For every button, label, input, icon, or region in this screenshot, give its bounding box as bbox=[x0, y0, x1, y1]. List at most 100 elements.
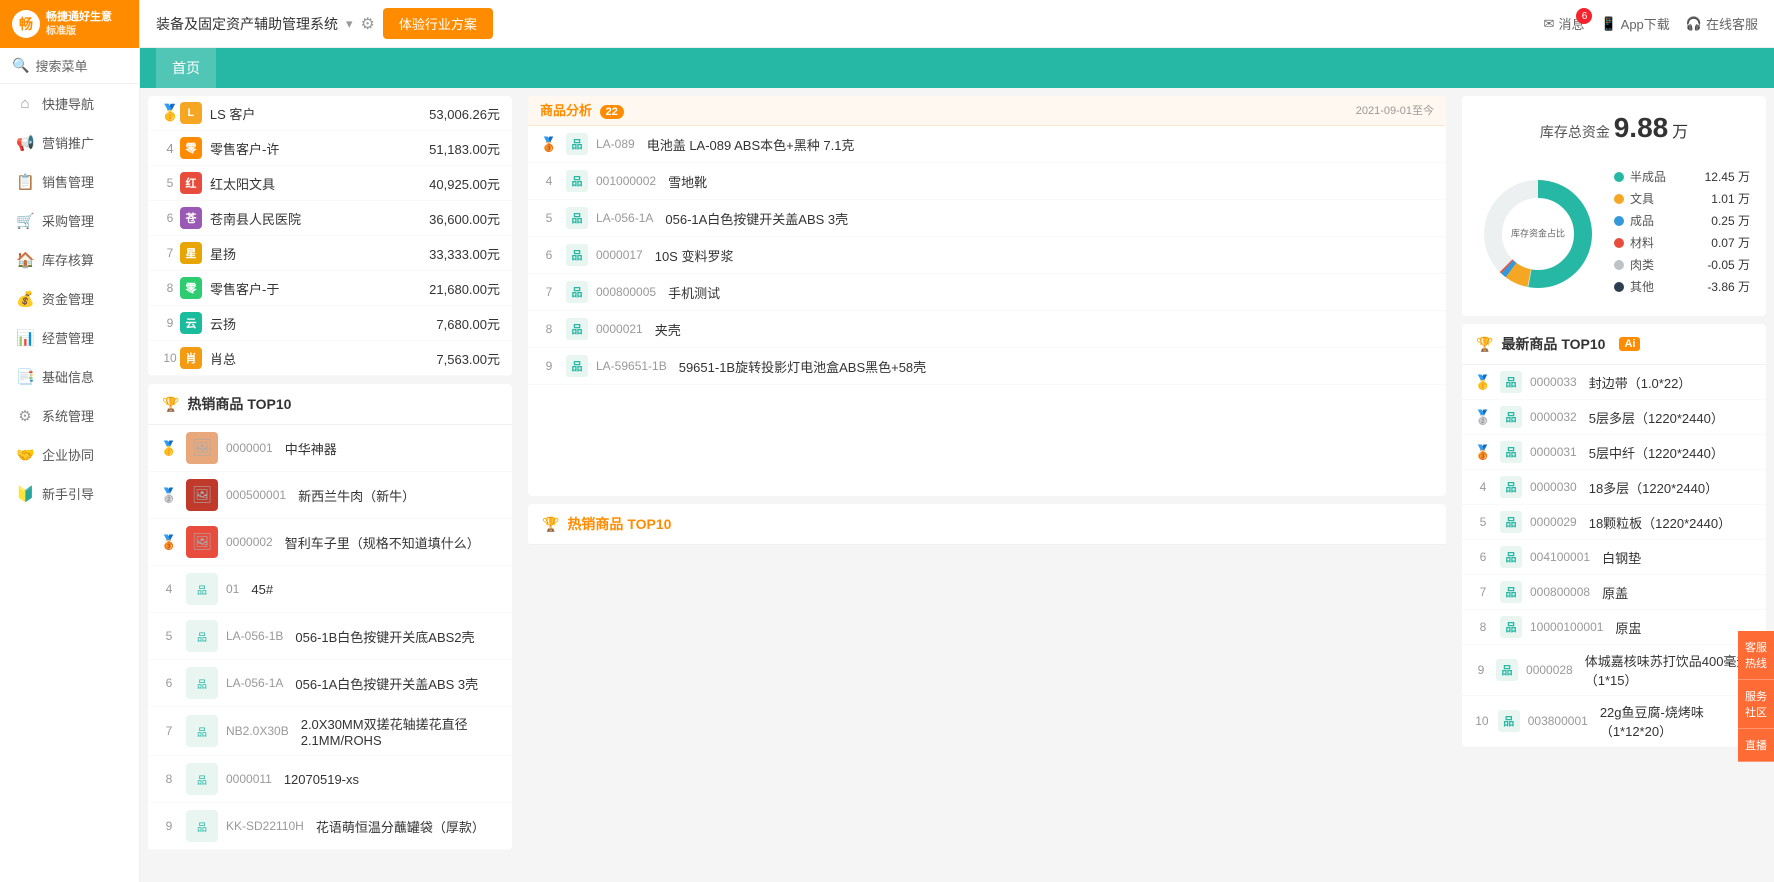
product-icon: 品 bbox=[566, 318, 588, 340]
product-name: 18颗粒板（1220*2440） bbox=[1589, 513, 1731, 532]
content-area: 🥇 L LS 客户 53,006.26元 4 零 零售客户-许 51,183.0… bbox=[140, 88, 1774, 882]
new-products-card: 🏆 最新商品 TOP10 Ai 🥇 品 0000033 封边带（1.0*22） … bbox=[1462, 324, 1766, 747]
top-rank-num: 9 bbox=[540, 359, 558, 373]
logo-icon: 畅 bbox=[12, 10, 40, 38]
sidebar-item-sales[interactable]: 📋 销售管理 bbox=[0, 162, 139, 201]
product-image-placeholder: 品 bbox=[186, 667, 218, 699]
top-rank-num: 5 bbox=[540, 211, 558, 225]
legend-dot bbox=[1614, 260, 1624, 270]
trophy3-icon: 🏆 bbox=[1476, 336, 1493, 353]
product-name: 12070519-xs bbox=[284, 772, 500, 787]
new-rank-num: 4 bbox=[1474, 480, 1492, 494]
product-name: 花语萌恒温分蘸罐袋（厚款） bbox=[316, 817, 500, 836]
trial-button[interactable]: 体验行业方案 bbox=[383, 8, 493, 39]
hot-rank-num: 6 bbox=[160, 676, 178, 690]
customer-amount: 33,333.00元 bbox=[429, 244, 500, 263]
rank-num: 7 bbox=[160, 246, 180, 260]
sidebar-item-home[interactable]: ⌂ 快捷导航 bbox=[0, 84, 139, 123]
product-code: 001000002 bbox=[596, 174, 656, 188]
customer-badge: 星 bbox=[180, 242, 202, 264]
product-code: 0000028 bbox=[1526, 663, 1573, 677]
sidebar-item-operation[interactable]: 📊 经营管理 bbox=[0, 318, 139, 357]
float-live-button[interactable]: 直播 bbox=[1738, 729, 1774, 762]
basic-icon: 📑 bbox=[16, 368, 34, 386]
top-section-label: 商品分析 22 bbox=[540, 100, 624, 119]
customer-ranking-card: 🥇 L LS 客户 53,006.26元 4 零 零售客户-许 51,183.0… bbox=[148, 96, 512, 376]
product-code: 0000030 bbox=[1530, 480, 1577, 494]
sidebar-item-system[interactable]: ⚙ 系统管理 bbox=[0, 396, 139, 435]
customer-name: 肖总 bbox=[210, 349, 436, 368]
operation-icon: 📊 bbox=[16, 329, 34, 347]
top-selling-card: 商品分析 22 2021-09-01至今 🥉 品 LA-089 电池盖 LA-0… bbox=[528, 96, 1446, 496]
dropdown-icon[interactable]: ▾ bbox=[346, 16, 353, 32]
hot-rank-num: 9 bbox=[160, 819, 178, 833]
product-code: 0000032 bbox=[1530, 410, 1577, 424]
product-code: 000800005 bbox=[596, 285, 656, 299]
customer-name: 零售客户-于 bbox=[210, 279, 429, 298]
rank-num: 9 bbox=[160, 316, 180, 330]
customer-rank-row: 6 苍 苍南县人民医院 36,600.00元 bbox=[148, 201, 512, 236]
sidebar: 畅 畅捷通好生意 标准版 🔍 搜索菜单 ⌂ 快捷导航 📢 营销推广 📋 销售管理… bbox=[0, 0, 140, 882]
new-rank-num: 6 bbox=[1474, 550, 1492, 564]
product-name: 10S 变料罗浆 bbox=[655, 246, 1434, 265]
app-download-button[interactable]: 📱 App下载 bbox=[1600, 14, 1669, 33]
product-icon: 品 bbox=[566, 355, 588, 377]
hot-rank-num: 8 bbox=[160, 772, 178, 786]
sidebar-item-inventory[interactable]: 🏠 库存核算 bbox=[0, 240, 139, 279]
customer-name: 苍南县人民医院 bbox=[210, 209, 429, 228]
legend-item: 文具 1.01 万 bbox=[1614, 190, 1750, 207]
new-product-row: 🥈 品 0000032 5层多层（1220*2440） bbox=[1462, 400, 1766, 435]
product-code: LA-089 bbox=[596, 137, 635, 151]
message-button[interactable]: ✉ 消息 6 bbox=[1544, 14, 1585, 33]
customer-name: 零售客户-许 bbox=[210, 139, 429, 158]
sidebar-item-coop[interactable]: 🤝 企业协同 bbox=[0, 435, 139, 474]
sidebar-item-marketing[interactable]: 📢 营销推广 bbox=[0, 123, 139, 162]
service-button[interactable]: 🎧 在线客服 bbox=[1686, 14, 1758, 33]
float-community-button[interactable]: 服务社区 bbox=[1738, 680, 1774, 729]
search-menu[interactable]: 🔍 搜索菜单 bbox=[0, 48, 139, 84]
legend-name: 成品 bbox=[1630, 212, 1705, 229]
product-icon: 品 bbox=[566, 133, 588, 155]
hot-product-row: 7 品 NB2.0X30B 2.0X30MM双搓花轴搓花直径2.1MM/ROHS bbox=[148, 707, 512, 756]
hot-products-title: 热销商品 TOP10 bbox=[187, 394, 291, 414]
rank-num: 6 bbox=[160, 211, 180, 225]
customer-badge: 零 bbox=[180, 277, 202, 299]
medal-silver-icon: 🥈 bbox=[160, 487, 178, 504]
hot-products-list: 🥇 🖼 0000001 中华神器 🥈 🖼 000500001 新西兰牛肉（新牛）… bbox=[148, 425, 512, 850]
legend-value: 1.01 万 bbox=[1711, 190, 1750, 207]
product-code: LA-056-1A bbox=[596, 211, 653, 225]
sidebar-item-basic[interactable]: 📑 基础信息 bbox=[0, 357, 139, 396]
customer-rank-row: 🥇 L LS 客户 53,006.26元 bbox=[148, 96, 512, 131]
new-products-header: 🏆 最新商品 TOP10 Ai bbox=[1462, 324, 1766, 365]
product-icon: 品 bbox=[1500, 441, 1522, 463]
new-product-row: 6 品 004100001 白钢垫 bbox=[1462, 540, 1766, 575]
guide-icon: 🔰 bbox=[16, 485, 34, 503]
system-icon: ⚙ bbox=[16, 407, 34, 425]
top-section: 商品分析 22 2021-09-01至今 bbox=[528, 96, 1446, 126]
customer-badge: L bbox=[180, 102, 202, 124]
customer-amount: 21,680.00元 bbox=[429, 279, 500, 298]
product-icon: 品 bbox=[1500, 371, 1522, 393]
hot-rank-num: 4 bbox=[160, 582, 178, 596]
top-rank-num: 8 bbox=[540, 322, 558, 336]
product-code: 0000001 bbox=[226, 441, 273, 455]
customer-badge: 云 bbox=[180, 312, 202, 334]
inventory-card: 库存总资金 9.88 万 bbox=[1462, 96, 1766, 316]
float-service-button[interactable]: 客服热线 bbox=[1738, 631, 1774, 680]
sidebar-item-purchase[interactable]: 🛒 采购管理 bbox=[0, 201, 139, 240]
product-name: 雪地靴 bbox=[668, 172, 1434, 191]
top-sell-row: 8 品 0000021 夹壳 bbox=[528, 311, 1446, 348]
top-selling-list: 🥉 品 LA-089 电池盖 LA-089 ABS本色+黑种 7.1克 4 品 … bbox=[528, 126, 1446, 385]
sidebar-item-finance[interactable]: 💰 资金管理 bbox=[0, 279, 139, 318]
home-tab[interactable]: 首页 bbox=[156, 48, 216, 88]
legend-value: 12.45 万 bbox=[1705, 168, 1750, 185]
product-name: 原盅 bbox=[1615, 618, 1641, 637]
product-icon: 品 bbox=[566, 207, 588, 229]
rank-num: 8 bbox=[160, 281, 180, 295]
gear-icon[interactable]: ⚙ bbox=[361, 14, 375, 34]
search-icon: 🔍 bbox=[12, 57, 29, 74]
sidebar-item-guide[interactable]: 🔰 新手引导 bbox=[0, 474, 139, 513]
medal-gold-icon: 🥇 bbox=[160, 440, 178, 457]
product-code: 003800001 bbox=[1528, 714, 1588, 728]
new-product-row: 7 品 000800008 原盖 bbox=[1462, 575, 1766, 610]
